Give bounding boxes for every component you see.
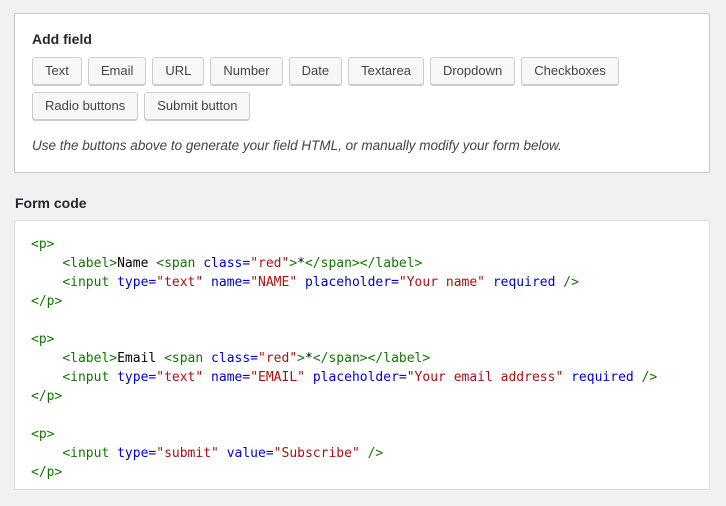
add-field-buttons: Text Email URL Number Date Textarea Dropdown Ch… [32,57,692,120]
add-field-panel: Add field Text Email URL Number Date Textarea… [14,13,710,173]
add-field-button-url[interactable]: URL [152,57,205,85]
code-line: <p> [31,332,55,347]
code-line: <label>Email <span class="red">*</span><… [62,351,431,366]
add-field-button-date[interactable]: Date [288,57,343,85]
add-field-button-dropdown[interactable]: Dropdown [429,57,516,85]
code-line: </p> [31,465,63,480]
add-field-button-text[interactable]: Text [32,57,82,85]
code-line: <input type="text" name="EMAIL" placehol… [62,370,658,385]
code-lines: <p> <label>Name <span class="red">*</spa… [31,235,693,482]
add-field-button-checkboxes[interactable]: Checkboxes [521,57,619,85]
form-code-editor[interactable]: <p> <label>Name <span class="red">*</spa… [14,220,710,490]
code-line: <input type="text" name="NAME" placehold… [62,275,579,290]
code-line: <p> [31,237,55,252]
code-line: </p> [31,389,63,404]
add-field-button-radio-buttons[interactable]: Radio buttons [32,92,139,120]
page: Add field Text Email URL Number Date Textarea… [0,0,726,490]
code-line: <p> [31,427,55,442]
add-field-button-submit-button[interactable]: Submit button [144,92,251,120]
add-field-button-textarea[interactable]: Textarea [348,57,424,85]
code-line: <label>Name <span class="red">*</span></… [62,256,423,271]
add-field-button-email[interactable]: Email [87,57,147,85]
add-field-button-number[interactable]: Number [210,57,283,85]
code-line: <input type="submit" value="Subscribe" /… [62,446,384,461]
form-code-heading: Form code [15,195,87,211]
help-text: Use the buttons above to generate your f… [32,138,562,153]
add-field-heading: Add field [32,31,92,47]
code-line: </p> [31,294,63,309]
